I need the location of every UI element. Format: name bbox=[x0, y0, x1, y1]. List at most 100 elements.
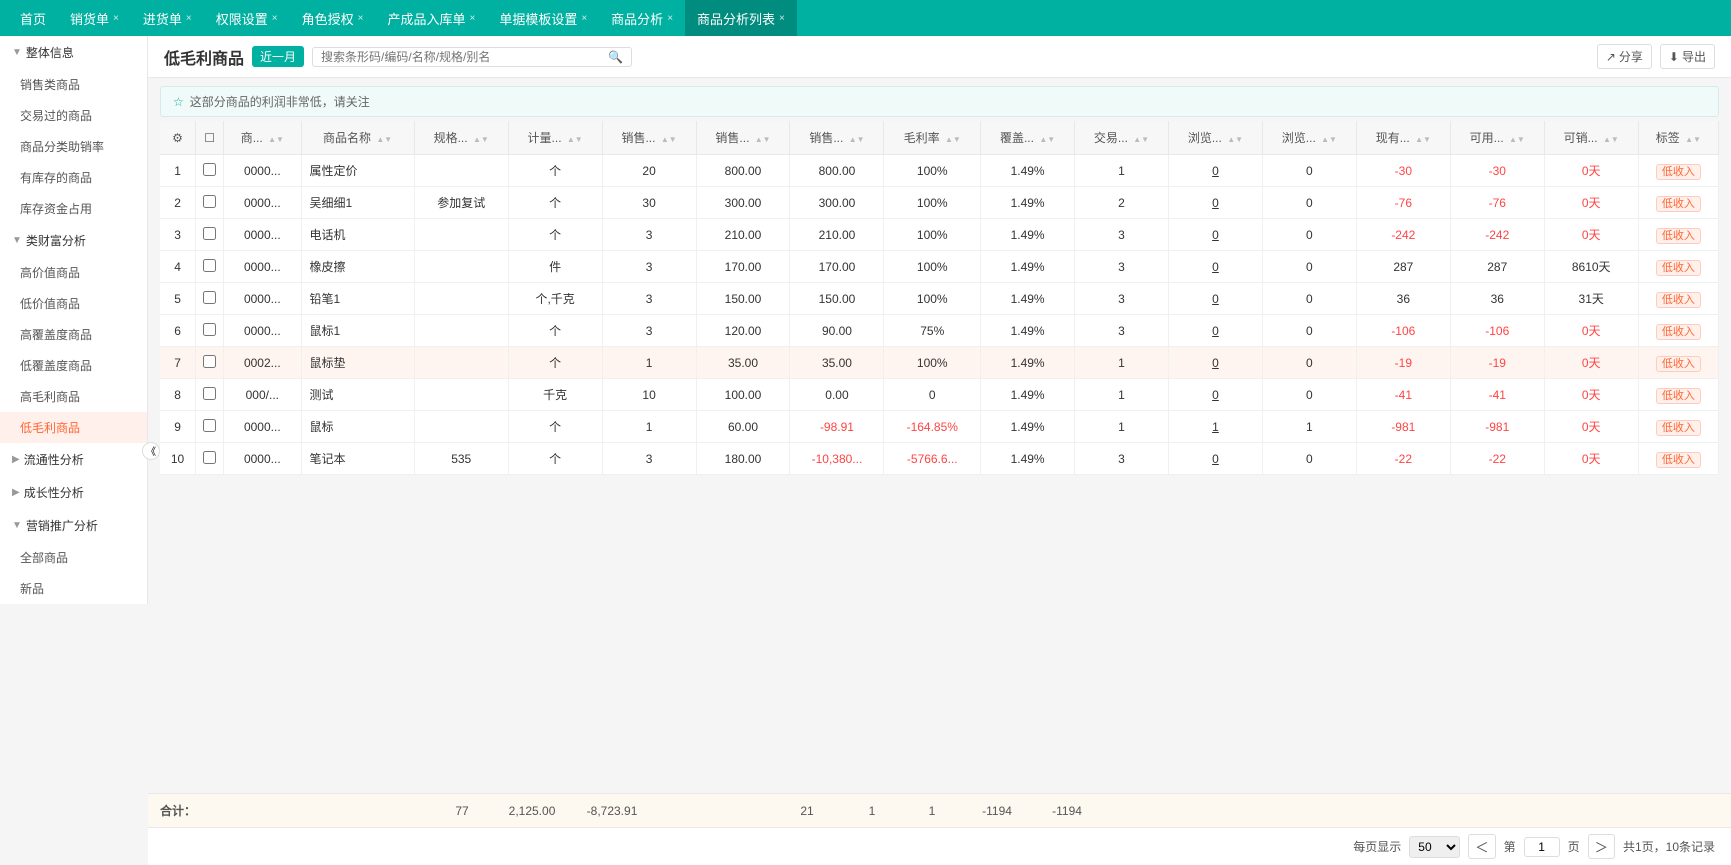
th-sale2[interactable]: 销售... ▲▼ bbox=[696, 121, 790, 155]
th-stock2[interactable]: 可用... ▲▼ bbox=[1450, 121, 1544, 155]
cell-sale2: 300.00 bbox=[696, 187, 790, 219]
search-input[interactable] bbox=[321, 50, 608, 64]
cell-gross-rate: 0 bbox=[884, 379, 981, 411]
next-page-btn[interactable]: ＞ bbox=[1588, 834, 1615, 859]
th-spec[interactable]: 规格... ▲▼ bbox=[414, 121, 508, 155]
export-button[interactable]: ⬇ 导出 bbox=[1660, 44, 1715, 69]
cell-trade: 3 bbox=[1075, 251, 1169, 283]
th-stock1[interactable]: 现有... ▲▼ bbox=[1356, 121, 1450, 155]
sidebar-group-marketing[interactable]: ▼ 营销推广分析 bbox=[0, 509, 147, 542]
nav-home[interactable]: 首页 bbox=[8, 0, 58, 36]
cell-sale3: 170.00 bbox=[790, 251, 884, 283]
th-gross-rate[interactable]: 毛利率 ▲▼ bbox=[884, 121, 981, 155]
cell-view1[interactable]: 0 bbox=[1168, 315, 1262, 347]
cell-view1[interactable]: 1 bbox=[1168, 411, 1262, 443]
nav-purchase[interactable]: 进货单 × bbox=[131, 0, 204, 36]
sidebar-item-sales-goods[interactable]: 销售类商品 bbox=[0, 69, 147, 100]
sidebar-item-stock-fund[interactable]: 库存资金占用 bbox=[0, 193, 147, 224]
nav-template[interactable]: 单据模板设置 × bbox=[487, 0, 599, 36]
sort-arrows-can-sell: ▲▼ bbox=[1603, 136, 1619, 144]
nav-product-in[interactable]: 产成品入库单 × bbox=[375, 0, 487, 36]
cell-view1[interactable]: 0 bbox=[1168, 283, 1262, 315]
cell-checkbox[interactable] bbox=[196, 379, 224, 411]
th-can-sell[interactable]: 可销... ▲▼ bbox=[1544, 121, 1638, 155]
sidebar-item-low-coverage[interactable]: 低覆盖度商品 bbox=[0, 350, 147, 381]
arrow-icon-5: ▼ bbox=[12, 520, 22, 531]
sidebar-collapse-btn[interactable]: 《 bbox=[142, 442, 160, 460]
cell-unit: 个,千克 bbox=[508, 283, 602, 315]
prev-page-btn[interactable]: ＜ bbox=[1468, 834, 1495, 859]
page-number-input[interactable] bbox=[1524, 837, 1560, 857]
cell-view2: 0 bbox=[1262, 347, 1356, 379]
sidebar-item-low-margin[interactable]: 低毛利商品 bbox=[0, 412, 147, 443]
cell-view1[interactable]: 0 bbox=[1168, 251, 1262, 283]
nav-goods-list-close[interactable]: × bbox=[779, 13, 785, 24]
th-trade[interactable]: 交易... ▲▼ bbox=[1075, 121, 1169, 155]
cell-cover-rate: 1.49% bbox=[981, 187, 1075, 219]
cell-name: 鼠标垫 bbox=[301, 347, 414, 379]
sidebar-item-category-rate[interactable]: 商品分类助销率 bbox=[0, 131, 147, 162]
sidebar-group-growth[interactable]: ▶ 成长性分析 bbox=[0, 476, 147, 509]
nav-sales[interactable]: 销货单 × bbox=[58, 0, 131, 36]
cell-view1[interactable]: 0 bbox=[1168, 187, 1262, 219]
cell-can-sell: 31天 bbox=[1544, 283, 1638, 315]
sidebar-item-stock-goods[interactable]: 有库存的商品 bbox=[0, 162, 147, 193]
nav-goods-list[interactable]: 商品分析列表 × bbox=[685, 0, 797, 36]
nav-goods-analysis-close[interactable]: × bbox=[667, 13, 673, 24]
cell-view1[interactable]: 0 bbox=[1168, 443, 1262, 475]
th-unit[interactable]: 计量... ▲▼ bbox=[508, 121, 602, 155]
nav-purchase-close[interactable]: × bbox=[186, 13, 192, 24]
nav-permission[interactable]: 权限设置 × bbox=[204, 0, 290, 36]
cell-view1[interactable]: 0 bbox=[1168, 347, 1262, 379]
cell-checkbox[interactable] bbox=[196, 219, 224, 251]
sort-arrows-unit: ▲▼ bbox=[567, 136, 583, 144]
page-size-select[interactable]: 50 100 200 bbox=[1409, 836, 1460, 858]
th-tag[interactable]: 标签 ▲▼ bbox=[1638, 121, 1718, 155]
cell-checkbox[interactable] bbox=[196, 443, 224, 475]
sidebar-group-wealth[interactable]: ▼ 类财富分析 bbox=[0, 224, 147, 257]
cell-checkbox[interactable] bbox=[196, 347, 224, 379]
th-cover-rate[interactable]: 覆盖... ▲▼ bbox=[981, 121, 1075, 155]
cell-checkbox[interactable] bbox=[196, 155, 224, 187]
nav-sales-close[interactable]: × bbox=[113, 13, 119, 24]
sidebar-wrapper: ▼ 整体信息 销售类商品 交易过的商品 商品分类助销率 有库存的商品 库存资金占… bbox=[0, 36, 148, 865]
nav-template-close[interactable]: × bbox=[581, 13, 587, 24]
content-header: 低毛利商品 近一月 🔍 ↗ 分享 ⬇ 导出 bbox=[148, 36, 1731, 78]
sidebar-group-overview[interactable]: ▼ 整体信息 bbox=[0, 36, 147, 69]
th-sale1[interactable]: 销售... ▲▼ bbox=[602, 121, 696, 155]
th-view2[interactable]: 浏览... ▲▼ bbox=[1262, 121, 1356, 155]
share-button[interactable]: ↗ 分享 bbox=[1597, 44, 1652, 69]
sidebar-item-new-goods[interactable]: 新品 bbox=[0, 573, 147, 604]
cell-sale2: 120.00 bbox=[696, 315, 790, 347]
sidebar-item-high-margin[interactable]: 高毛利商品 bbox=[0, 381, 147, 412]
sidebar-group-flow[interactable]: ▶ 流通性分析 bbox=[0, 443, 147, 476]
table-container[interactable]: ⚙ ☐ 商... ▲▼ 商品名称 ▲▼ 规格... ▲▼ bbox=[148, 121, 1731, 793]
nav-product-in-close[interactable]: × bbox=[469, 13, 475, 24]
sidebar-item-low-value[interactable]: 低价值商品 bbox=[0, 288, 147, 319]
nav-goods-analysis[interactable]: 商品分析 × bbox=[599, 0, 685, 36]
cell-checkbox[interactable] bbox=[196, 187, 224, 219]
cell-checkbox[interactable] bbox=[196, 251, 224, 283]
th-code[interactable]: 商... ▲▼ bbox=[224, 121, 301, 155]
cell-checkbox[interactable] bbox=[196, 315, 224, 347]
main-content: 低毛利商品 近一月 🔍 ↗ 分享 ⬇ 导出 ☆ 这部分商品的利润非常低，请关注 bbox=[148, 36, 1731, 865]
sidebar-item-high-value[interactable]: 高价值商品 bbox=[0, 257, 147, 288]
cell-view1[interactable]: 0 bbox=[1168, 379, 1262, 411]
sidebar-item-traded-goods[interactable]: 交易过的商品 bbox=[0, 100, 147, 131]
th-name[interactable]: 商品名称 ▲▼ bbox=[301, 121, 414, 155]
sidebar-item-all-goods[interactable]: 全部商品 bbox=[0, 542, 147, 573]
cell-checkbox[interactable] bbox=[196, 411, 224, 443]
cell-checkbox[interactable] bbox=[196, 283, 224, 315]
th-view1[interactable]: 浏览... ▲▼ bbox=[1168, 121, 1262, 155]
th-sale3[interactable]: 销售... ▲▼ bbox=[790, 121, 884, 155]
time-tag-btn[interactable]: 近一月 bbox=[252, 46, 304, 67]
nav-permission-close[interactable]: × bbox=[272, 13, 278, 24]
sort-arrows-tag: ▲▼ bbox=[1685, 136, 1701, 144]
th-settings[interactable]: ⚙ bbox=[160, 121, 196, 155]
th-checkbox[interactable]: ☐ bbox=[196, 121, 224, 155]
nav-role-close[interactable]: × bbox=[358, 13, 364, 24]
cell-view1[interactable]: 0 bbox=[1168, 155, 1262, 187]
sidebar-item-high-coverage[interactable]: 高覆盖度商品 bbox=[0, 319, 147, 350]
nav-role[interactable]: 角色授权 × bbox=[290, 0, 376, 36]
cell-view1[interactable]: 0 bbox=[1168, 219, 1262, 251]
